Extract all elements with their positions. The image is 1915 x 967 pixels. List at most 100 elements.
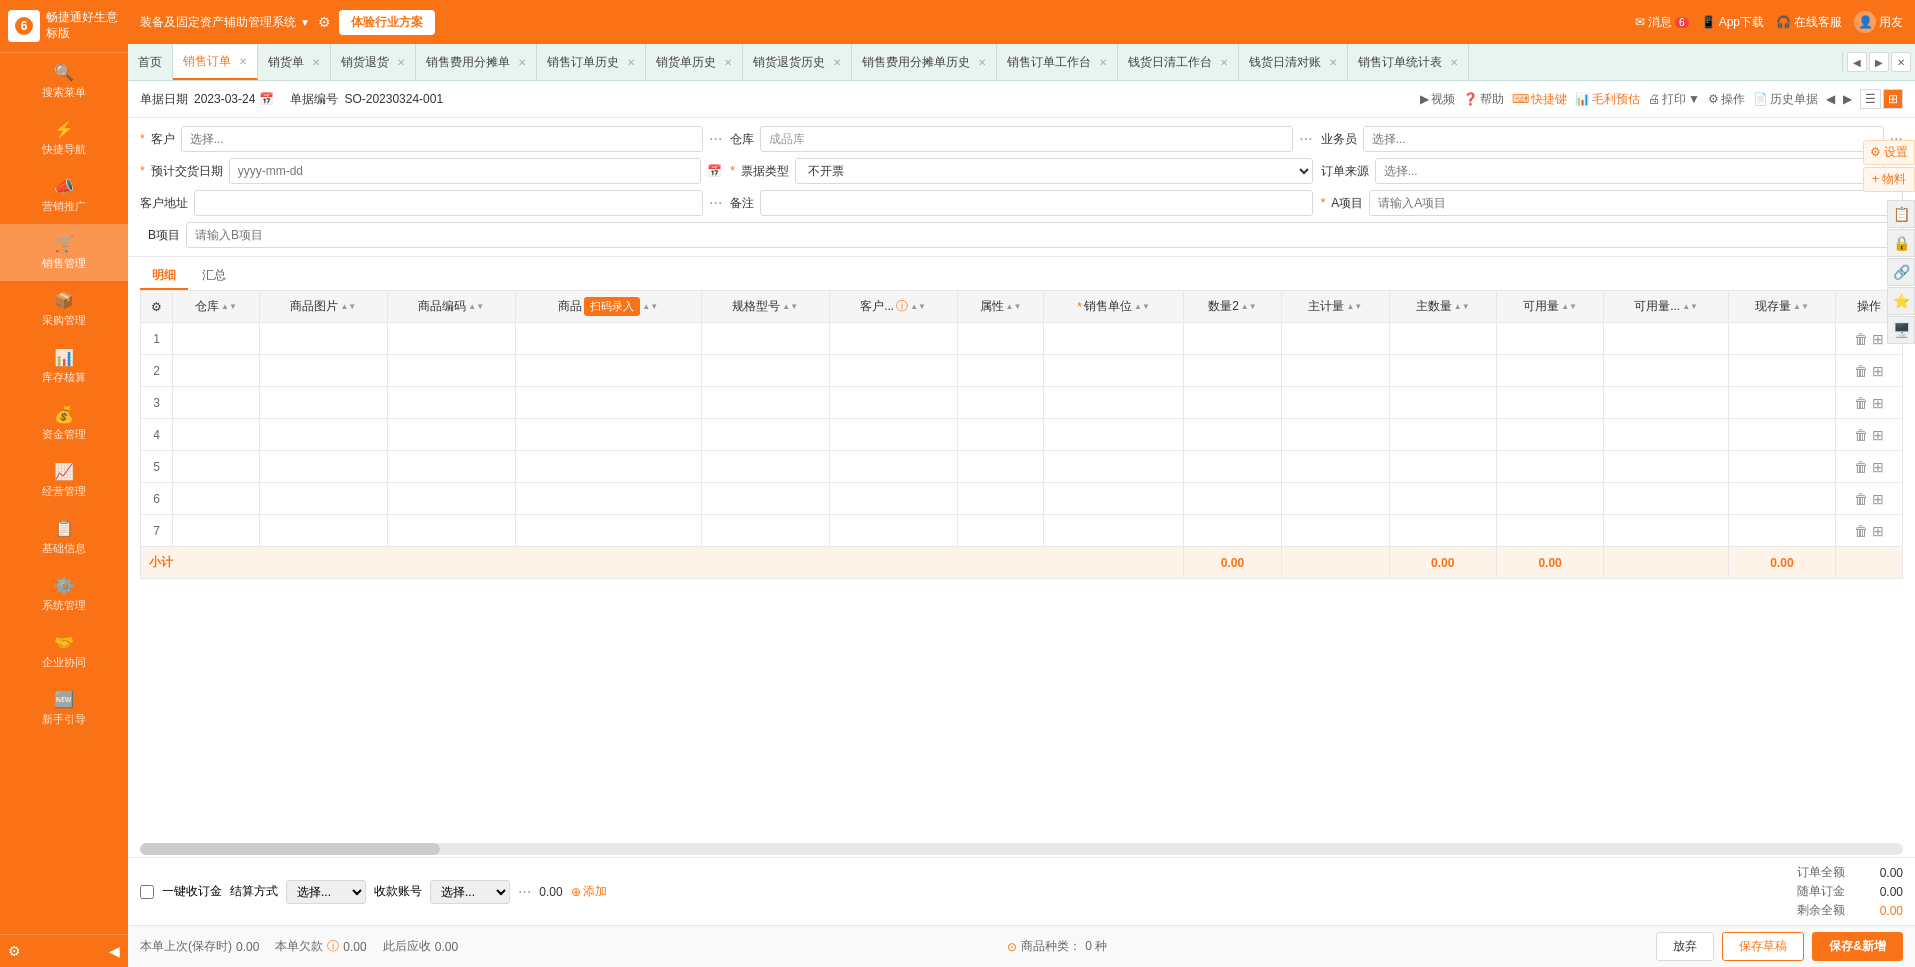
row-product-code[interactable] [387, 387, 515, 419]
sidebar-item-enterprise[interactable]: 🤝 企业协同 [0, 623, 128, 680]
row-product-image[interactable] [259, 355, 387, 387]
save-draft-button[interactable]: 保存草稿 [1722, 932, 1804, 961]
solution-button[interactable]: 体验行业方案 [339, 10, 435, 35]
col-settings[interactable]: ⚙ [141, 291, 173, 323]
row-product-code[interactable] [387, 483, 515, 515]
row-warehouse[interactable] [173, 483, 260, 515]
customer-more-icon[interactable]: ··· [709, 130, 722, 148]
delete-row-icon[interactable]: 🗑 [1854, 523, 1868, 539]
row-main-unit[interactable] [1282, 451, 1389, 483]
row-sales-unit[interactable] [1044, 387, 1183, 419]
row-available2[interactable] [1604, 515, 1729, 547]
row-available[interactable] [1496, 323, 1603, 355]
note-input[interactable] [760, 190, 1312, 216]
row-product-name[interactable] [515, 483, 701, 515]
row-warehouse[interactable] [173, 387, 260, 419]
warehouse-more-icon[interactable]: ··· [1299, 130, 1312, 148]
tabs-prev-button[interactable]: ◀ [1847, 52, 1867, 72]
row-product-image[interactable] [259, 515, 387, 547]
tab-order-history[interactable]: 销售订单历史 ✕ [537, 44, 646, 80]
tab-return-history[interactable]: 销货单历史 ✕ [646, 44, 743, 80]
messages-button[interactable]: ✉ 消息 6 [1635, 14, 1689, 31]
row-stock[interactable] [1728, 515, 1835, 547]
tab-home[interactable]: 首页 [128, 44, 173, 80]
row-spec[interactable] [701, 419, 829, 451]
row-available[interactable] [1496, 419, 1603, 451]
invoice-type-select[interactable]: 不开票 增值税专用发票 增值税普通发票 [795, 158, 1313, 184]
row-main-unit[interactable] [1282, 323, 1389, 355]
row-available2[interactable] [1604, 419, 1729, 451]
row-stock[interactable] [1728, 355, 1835, 387]
row-spec[interactable] [701, 515, 829, 547]
calendar-icon[interactable]: 📅 [259, 92, 274, 106]
tab-close-icon[interactable]: ✕ [312, 57, 320, 68]
row-product-image[interactable] [259, 483, 387, 515]
tab-sales-order[interactable]: 销售订单 ✕ [173, 44, 258, 80]
settings-gear-icon[interactable]: ⚙ [318, 14, 331, 30]
order-source-input[interactable] [1375, 158, 1884, 184]
row-customer-ref[interactable] [829, 387, 957, 419]
row-qty2[interactable] [1183, 515, 1281, 547]
list-view-icon[interactable]: ☰ [1860, 89, 1881, 109]
right-panel-icon-4[interactable]: ⭐ [1887, 287, 1915, 315]
row-attribute[interactable] [957, 323, 1044, 355]
print-action[interactable]: 🖨 打印 ▼ [1648, 91, 1700, 108]
row-sales-unit[interactable] [1044, 355, 1183, 387]
row-main-unit[interactable] [1282, 483, 1389, 515]
row-available[interactable] [1496, 355, 1603, 387]
row-qty2[interactable] [1183, 419, 1281, 451]
row-warehouse[interactable] [173, 515, 260, 547]
row-available[interactable] [1496, 483, 1603, 515]
row-customer-ref[interactable] [829, 323, 957, 355]
row-sales-unit[interactable] [1044, 419, 1183, 451]
tab-sales-stats[interactable]: 销售订单统计表 ✕ [1348, 44, 1469, 80]
account-select[interactable]: 选择... [430, 880, 510, 904]
row-available[interactable] [1496, 387, 1603, 419]
tab-close-icon[interactable]: ✕ [724, 57, 732, 68]
save-new-button[interactable]: 保存&新增 [1812, 932, 1903, 961]
sidebar-item-purchase[interactable]: 📦 采购管理 [0, 281, 128, 338]
tab-close-icon[interactable]: ✕ [1220, 57, 1228, 68]
row-available[interactable] [1496, 451, 1603, 483]
b-project-input[interactable] [186, 222, 1903, 248]
row-main-qty[interactable] [1389, 419, 1496, 451]
sidebar-item-system[interactable]: ⚙️ 系统管理 [0, 566, 128, 623]
materials-side-button[interactable]: + 物料 [1863, 167, 1915, 192]
tab-close-icon[interactable]: ✕ [833, 57, 841, 68]
delivery-date-input[interactable] [229, 158, 702, 184]
a-project-input[interactable] [1369, 190, 1903, 216]
row-product-image[interactable] [259, 451, 387, 483]
scan-button[interactable]: 扫码录入 [584, 297, 640, 316]
sidebar-item-operations[interactable]: 📈 经营管理 [0, 452, 128, 509]
row-sales-unit[interactable] [1044, 451, 1183, 483]
row-product-name[interactable] [515, 515, 701, 547]
discard-button[interactable]: 放弃 [1656, 932, 1714, 961]
address-more-icon[interactable]: ··· [709, 194, 722, 212]
delete-row-icon[interactable]: 🗑 [1854, 459, 1868, 475]
collapse-icon[interactable]: ◀ [109, 943, 120, 959]
horizontal-scrollbar[interactable] [140, 843, 1903, 855]
row-product-name[interactable] [515, 451, 701, 483]
copy-row-icon[interactable]: ⊞ [1872, 395, 1884, 411]
row-main-unit[interactable] [1282, 515, 1389, 547]
row-product-code[interactable] [387, 323, 515, 355]
delete-row-icon[interactable]: 🗑 [1854, 331, 1868, 347]
row-customer-ref[interactable] [829, 483, 957, 515]
row-customer-ref[interactable] [829, 355, 957, 387]
tab-order-workbench[interactable]: 销售订单工作台 ✕ [997, 44, 1118, 80]
row-product-image[interactable] [259, 419, 387, 451]
sidebar-item-inventory[interactable]: 📊 库存核算 [0, 338, 128, 395]
row-customer-ref[interactable] [829, 451, 957, 483]
tab-close-icon[interactable]: ✕ [1329, 57, 1337, 68]
warehouse-input[interactable] [760, 126, 1293, 152]
row-available2[interactable] [1604, 355, 1729, 387]
delete-row-icon[interactable]: 🗑 [1854, 363, 1868, 379]
tab-close-icon[interactable]: ✕ [978, 57, 986, 68]
customer-input[interactable] [181, 126, 703, 152]
delete-row-icon[interactable]: 🗑 [1854, 395, 1868, 411]
row-product-code[interactable] [387, 515, 515, 547]
tab-fee-history[interactable]: 销售费用分摊单历史 ✕ [852, 44, 997, 80]
row-qty2[interactable] [1183, 451, 1281, 483]
row-main-qty[interactable] [1389, 387, 1496, 419]
row-available2[interactable] [1604, 451, 1729, 483]
